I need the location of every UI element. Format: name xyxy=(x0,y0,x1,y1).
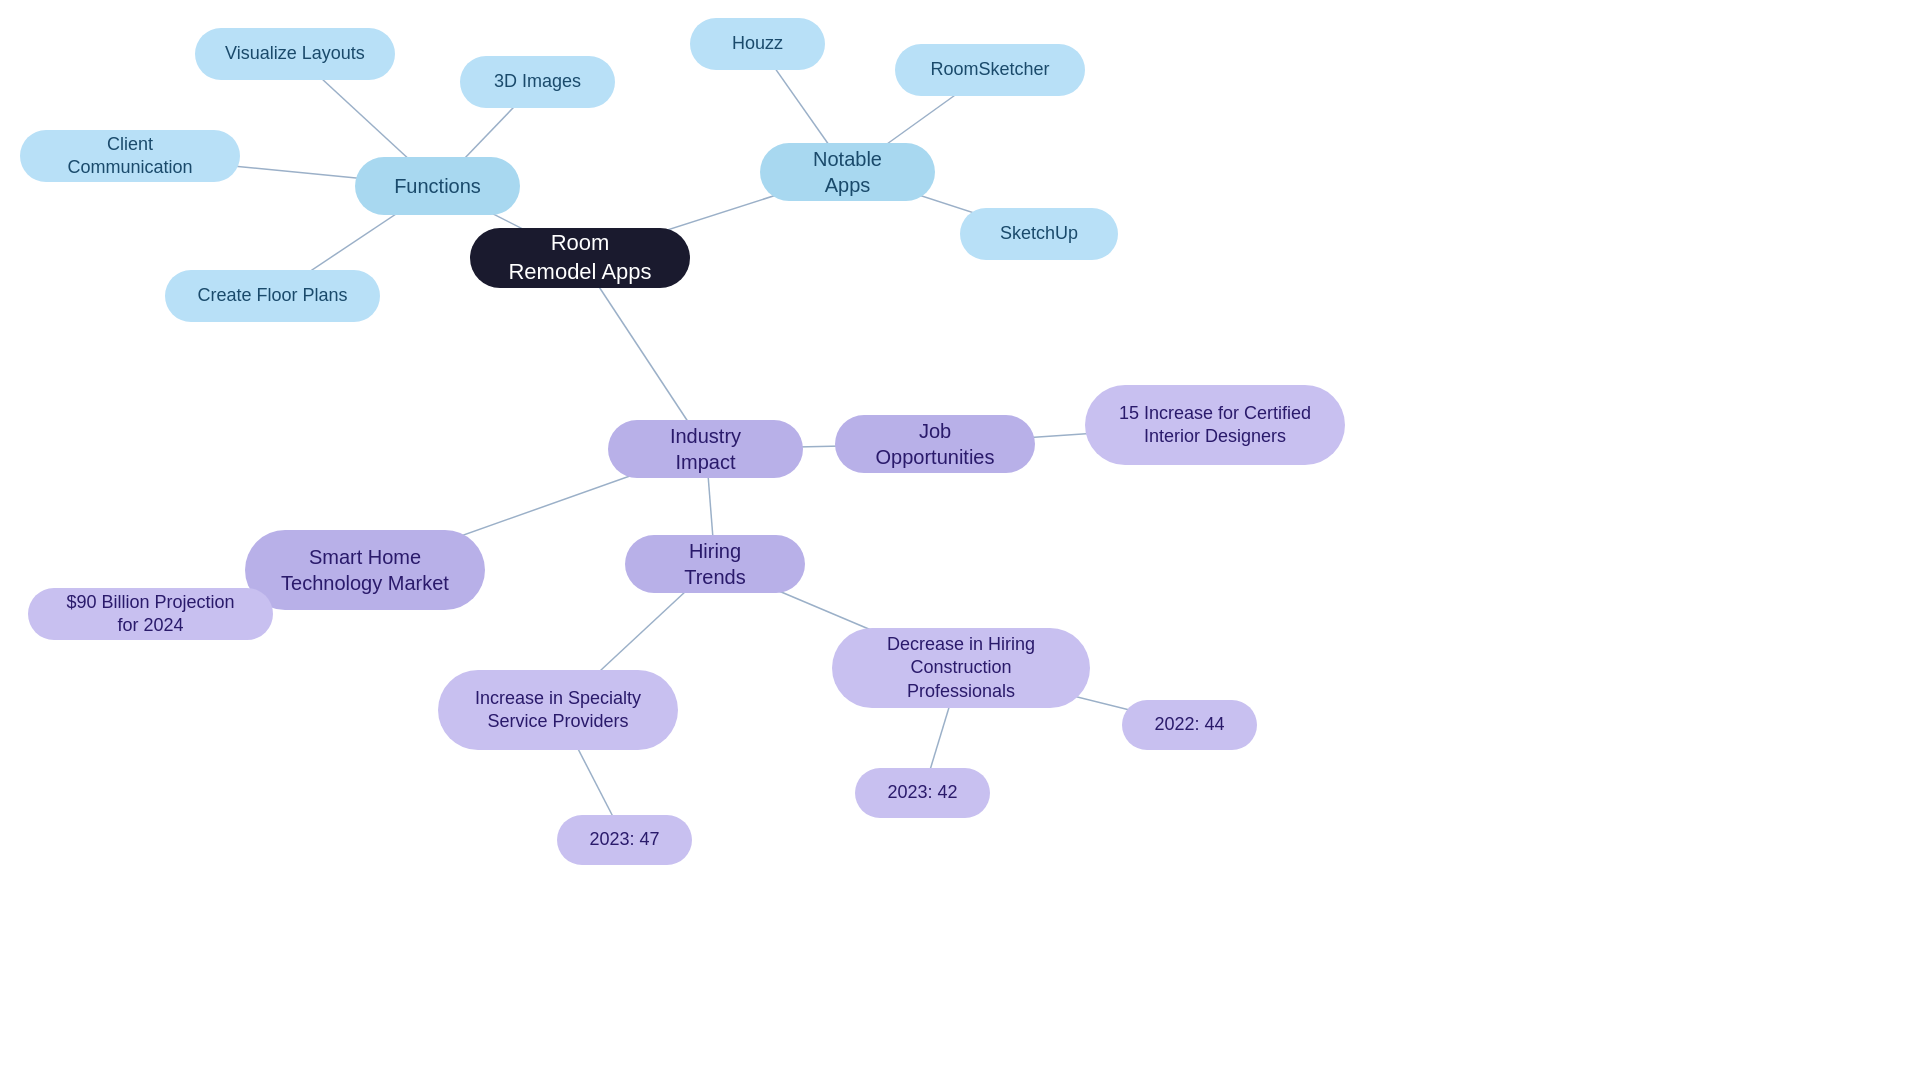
floorplans-node: Create Floor Plans xyxy=(165,270,380,322)
sketchup-label: SketchUp xyxy=(1000,222,1078,245)
decrease2023-node: 2023: 42 xyxy=(855,768,990,818)
industry-node: Industry Impact xyxy=(608,420,803,478)
decrease2022-node: 2022: 44 xyxy=(1122,700,1257,750)
smartmarket-label: Smart Home Technology Market xyxy=(277,544,453,596)
notable-node: Notable Apps xyxy=(760,143,935,201)
hiringtrends-node: Hiring Trends xyxy=(625,535,805,593)
hiringtrends-label: Hiring Trends xyxy=(657,538,773,590)
center-node: Room Remodel Apps xyxy=(470,228,690,288)
decrease-node: Decrease in Hiring Construction Professi… xyxy=(832,628,1090,708)
specialty-label: Increase in Specialty Service Providers xyxy=(466,687,650,734)
functions-node: Functions xyxy=(355,157,520,215)
notable-label: Notable Apps xyxy=(792,146,903,198)
houzz-label: Houzz xyxy=(732,32,783,55)
client-node: Client Communication xyxy=(20,130,240,182)
sketchup-node: SketchUp xyxy=(960,208,1118,260)
specialty2023-node: 2023: 47 xyxy=(557,815,692,865)
industry-label: Industry Impact xyxy=(640,423,771,475)
increase15-node: 15 Increase for Certified Interior Desig… xyxy=(1085,385,1345,465)
houzz-node: Houzz xyxy=(690,18,825,70)
decrease-label: Decrease in Hiring Construction Professi… xyxy=(860,633,1062,703)
specialty-node: Increase in Specialty Service Providers xyxy=(438,670,678,750)
images3d-node: 3D Images xyxy=(460,56,615,108)
roomsketcher-node: RoomSketcher xyxy=(895,44,1085,96)
client-label: Client Communication xyxy=(48,133,212,180)
images3d-label: 3D Images xyxy=(494,70,581,93)
specialty2023-label: 2023: 47 xyxy=(589,828,659,851)
billion90-label: $90 Billion Projection for 2024 xyxy=(56,591,245,638)
decrease2022-label: 2022: 44 xyxy=(1154,713,1224,736)
decrease2023-label: 2023: 42 xyxy=(887,781,957,804)
functions-label: Functions xyxy=(394,173,481,199)
increase15-label: 15 Increase for Certified Interior Desig… xyxy=(1113,402,1317,449)
visualize-label: Visualize Layouts xyxy=(225,42,365,65)
visualize-node: Visualize Layouts xyxy=(195,28,395,80)
smartmarket-node: Smart Home Technology Market xyxy=(245,530,485,610)
floorplans-label: Create Floor Plans xyxy=(197,284,347,307)
jobopps-node: Job Opportunities xyxy=(835,415,1035,473)
jobopps-label: Job Opportunities xyxy=(867,418,1003,470)
center-label: Room Remodel Apps xyxy=(508,229,652,286)
billion90-node: $90 Billion Projection for 2024 xyxy=(28,588,273,640)
roomsketcher-label: RoomSketcher xyxy=(930,58,1049,81)
